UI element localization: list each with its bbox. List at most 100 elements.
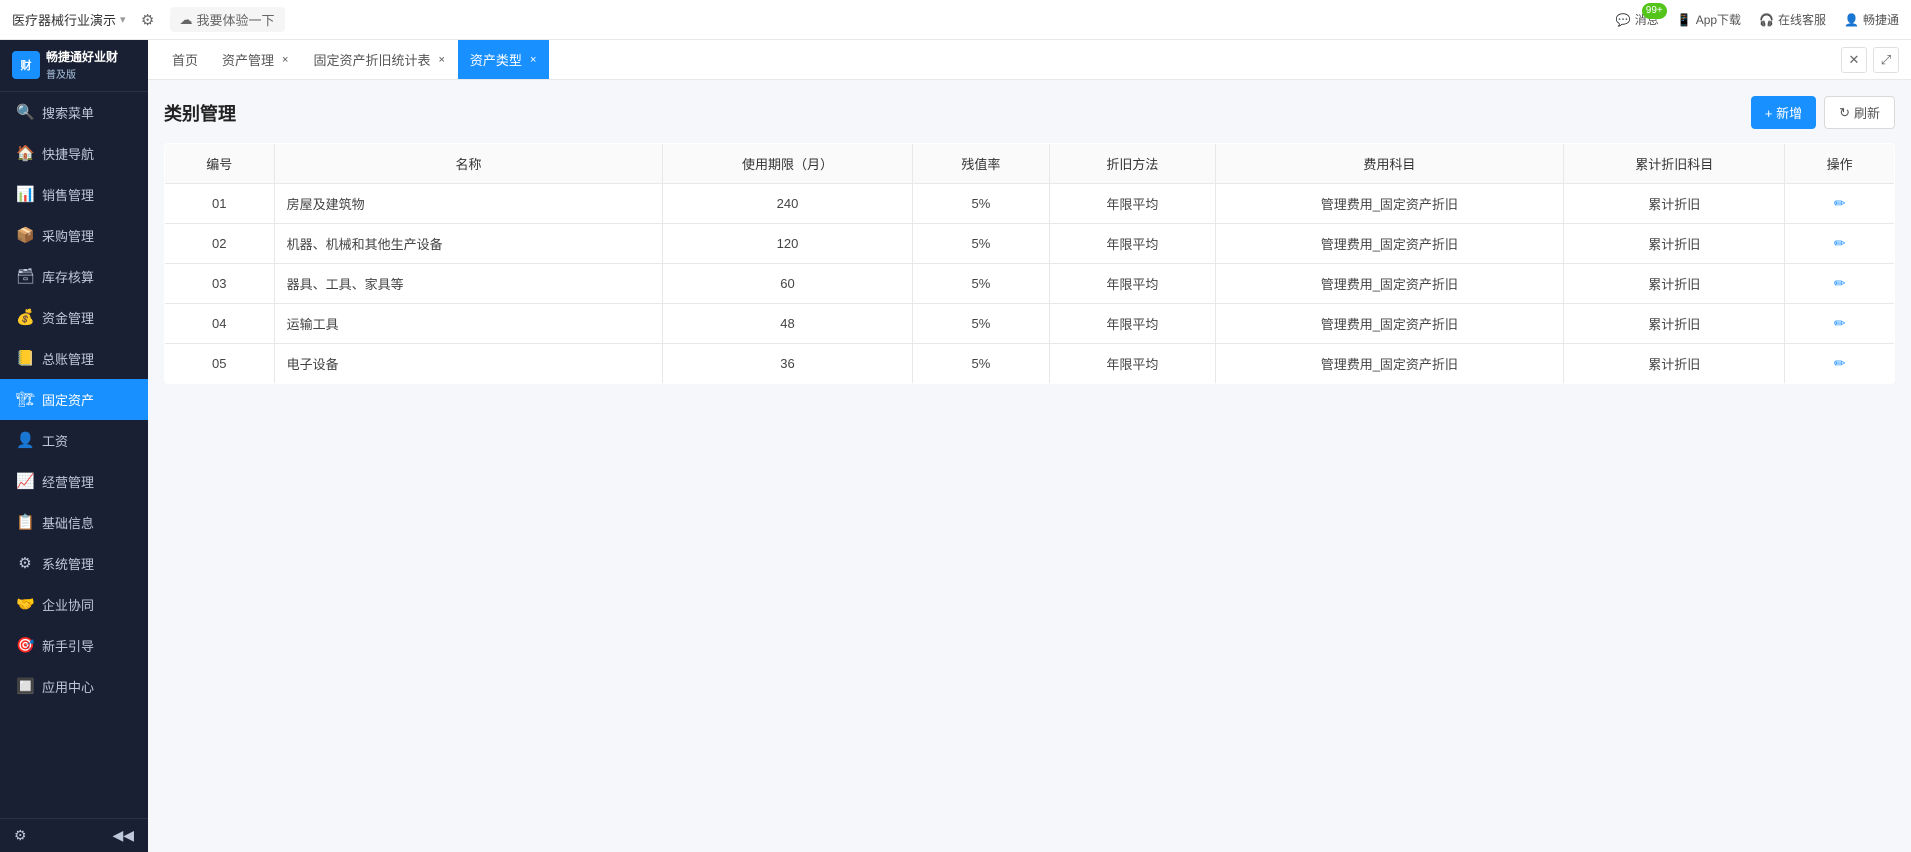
sidebar-bottom: ⚙ ◀◀ <box>0 818 148 852</box>
td-accum-1: 累计折旧 <box>1564 224 1785 264</box>
td-residual-0: 5% <box>912 184 1050 224</box>
td-accum-0: 累计折旧 <box>1564 184 1785 224</box>
expand-window-button[interactable]: ⤢ <box>1873 47 1899 73</box>
tab-depreciation-table[interactable]: 固定资产折旧统计表× <box>301 40 457 79</box>
tab-close-asset-type[interactable]: × <box>530 54 536 66</box>
user-menu[interactable]: 👤 畅捷通 <box>1844 11 1899 28</box>
close-window-button[interactable]: ✕ <box>1841 47 1867 73</box>
sales-icon: 📊 <box>16 185 34 203</box>
th-expense: 费用科目 <box>1215 144 1564 184</box>
td-method-2: 年限平均 <box>1050 264 1215 304</box>
sidebar-item-label: 搜索菜单 <box>42 103 94 122</box>
app-download-label: App下载 <box>1696 11 1741 28</box>
edit-icon-2[interactable]: ✏ <box>1834 275 1846 291</box>
td-code-3: 04 <box>165 304 275 344</box>
fixed-assets-icon: 🏗 <box>16 390 34 408</box>
main-layout: 财 畅捷通好业财 普及版 🔍搜索菜单🏠快捷导航📊销售管理📦采购管理🗃库存核算💰资… <box>0 40 1911 852</box>
sidebar-item-enterprise[interactable]: 🤝 企业协同 <box>0 584 148 625</box>
sidebar-item-system[interactable]: ⚙系统管理 <box>0 543 148 584</box>
sidebar-item-label: 采购管理 <box>42 226 94 245</box>
experience-button[interactable]: ☁ 我要体验一下 <box>170 7 285 32</box>
page-header: 类别管理 + 新增 ↻ 刷新 <box>164 96 1895 129</box>
category-table: 编号名称使用期限（月）残值率折旧方法费用科目累计折旧科目操作 01房屋及建筑物2… <box>164 143 1895 384</box>
tabs-bar: 首页 资产管理×固定资产折旧统计表×资产类型× ✕ ⤢ <box>148 40 1911 80</box>
settings-icon[interactable]: ⚙ <box>134 6 162 34</box>
phone-icon: 📱 <box>1677 13 1692 27</box>
sidebar-item-search[interactable]: 🔍搜索菜单 <box>0 92 148 133</box>
sidebar-scroll: 🔍搜索菜单🏠快捷导航📊销售管理📦采购管理🗃库存核算💰资金管理📒总账管理 🏗 固定资产… <box>0 92 148 818</box>
td-action-2: ✏ <box>1785 264 1895 304</box>
table-row: 05电子设备365%年限平均管理费用_固定资产折旧累计折旧✏ <box>165 344 1895 384</box>
sidebar-item-operations[interactable]: 📈经营管理 <box>0 461 148 502</box>
td-period-1: 120 <box>663 224 912 264</box>
sidebar-item-payroll[interactable]: 👤工资 <box>0 420 148 461</box>
sidebar-item-label: 应用中心 <box>42 677 94 696</box>
guide-icon: 🎯 <box>16 636 34 654</box>
tab-asset-mgmt[interactable]: 资产管理 × <box>210 40 301 79</box>
tab-close-asset-mgmt[interactable]: × <box>282 54 288 66</box>
user-label: 畅捷通 <box>1863 11 1899 28</box>
td-expense-3: 管理费用_固定资产折旧 <box>1215 304 1564 344</box>
industry-label: 医疗器械行业演示 <box>12 10 116 29</box>
th-action: 操作 <box>1785 144 1895 184</box>
sidebar-item-label: 基础信息 <box>42 513 94 532</box>
sidebar-logo-sub: 普及版 <box>46 66 118 81</box>
edit-icon-4[interactable]: ✏ <box>1834 355 1846 371</box>
td-code-0: 01 <box>165 184 275 224</box>
td-method-0: 年限平均 <box>1050 184 1215 224</box>
page-title: 类别管理 <box>164 100 236 126</box>
notifications-button[interactable]: 💬 消息 99+ <box>1616 11 1659 28</box>
sidebar-item-purchase[interactable]: 📦采购管理 <box>0 215 148 256</box>
app-center-icon: 🔲 <box>16 677 34 695</box>
sidebar-item-label: 快捷导航 <box>42 144 94 163</box>
sidebar-item-ledger[interactable]: 📒总账管理 <box>0 338 148 379</box>
enterprise-icon: 🤝 <box>16 595 34 613</box>
user-icon: 👤 <box>1844 13 1859 27</box>
td-action-3: ✏ <box>1785 304 1895 344</box>
td-residual-3: 5% <box>912 304 1050 344</box>
refresh-button[interactable]: ↻ 刷新 <box>1824 96 1895 129</box>
sidebar-item-label: 企业协同 <box>42 595 94 614</box>
tab-label-asset-mgmt: 资产管理 <box>222 50 274 69</box>
td-method-1: 年限平均 <box>1050 224 1215 264</box>
industry-selector[interactable]: 医疗器械行业演示 ▾ <box>12 10 126 29</box>
td-period-2: 60 <box>663 264 912 304</box>
table-row: 02机器、机械和其他生产设备1205%年限平均管理费用_固定资产折旧累计折旧✏ <box>165 224 1895 264</box>
sidebar-item-basic-info[interactable]: 📋基础信息 <box>0 502 148 543</box>
td-code-4: 05 <box>165 344 275 384</box>
sidebar-item-fixed-assets[interactable]: 🏗 固定资产 <box>0 379 148 420</box>
sidebar-collapse-icon[interactable]: ◀◀ <box>112 827 134 844</box>
td-code-2: 03 <box>165 264 275 304</box>
sidebar-item-guide[interactable]: 🎯新手引导 <box>0 625 148 666</box>
edit-icon-3[interactable]: ✏ <box>1834 315 1846 331</box>
tab-home[interactable]: 首页 <box>160 40 210 79</box>
edit-icon-0[interactable]: ✏ <box>1834 195 1846 211</box>
tabs-bar-left: 首页 资产管理×固定资产折旧统计表×资产类型× <box>160 40 549 79</box>
customer-service-button[interactable]: 🎧 在线客服 <box>1759 11 1826 28</box>
th-residual: 残值率 <box>912 144 1050 184</box>
new-button[interactable]: + 新增 <box>1751 96 1816 129</box>
td-expense-2: 管理费用_固定资产折旧 <box>1215 264 1564 304</box>
cloud-icon: ☁ <box>180 12 193 28</box>
refresh-label: 刷新 <box>1854 103 1880 122</box>
sidebar-item-funds[interactable]: 💰资金管理 <box>0 297 148 338</box>
sidebar-item-sales[interactable]: 📊销售管理 <box>0 174 148 215</box>
sidebar-settings-icon[interactable]: ⚙ <box>14 827 27 844</box>
sidebar-logo: 财 畅捷通好业财 普及版 <box>0 40 148 92</box>
td-period-4: 36 <box>663 344 912 384</box>
sidebar-item-app-center[interactable]: 🔲 应用中心 <box>0 666 148 707</box>
th-name: 名称 <box>274 144 663 184</box>
td-action-0: ✏ <box>1785 184 1895 224</box>
top-bar-right: 💬 消息 99+ 📱 App下载 🎧 在线客服 👤 畅捷通 <box>1616 11 1899 28</box>
sidebar-item-inventory[interactable]: 🗃库存核算 <box>0 256 148 297</box>
app-download-button[interactable]: 📱 App下载 <box>1677 11 1741 28</box>
sidebar-item-quick-nav[interactable]: 🏠快捷导航 <box>0 133 148 174</box>
td-accum-4: 累计折旧 <box>1564 344 1785 384</box>
td-code-1: 02 <box>165 224 275 264</box>
td-name-1: 机器、机械和其他生产设备 <box>274 224 663 264</box>
sidebar-item-label: 固定资产 <box>42 390 94 409</box>
tab-close-depreciation-table[interactable]: × <box>438 54 444 66</box>
chevron-down-icon: ▾ <box>120 13 126 26</box>
edit-icon-1[interactable]: ✏ <box>1834 235 1846 251</box>
tab-asset-type[interactable]: 资产类型× <box>458 40 549 79</box>
